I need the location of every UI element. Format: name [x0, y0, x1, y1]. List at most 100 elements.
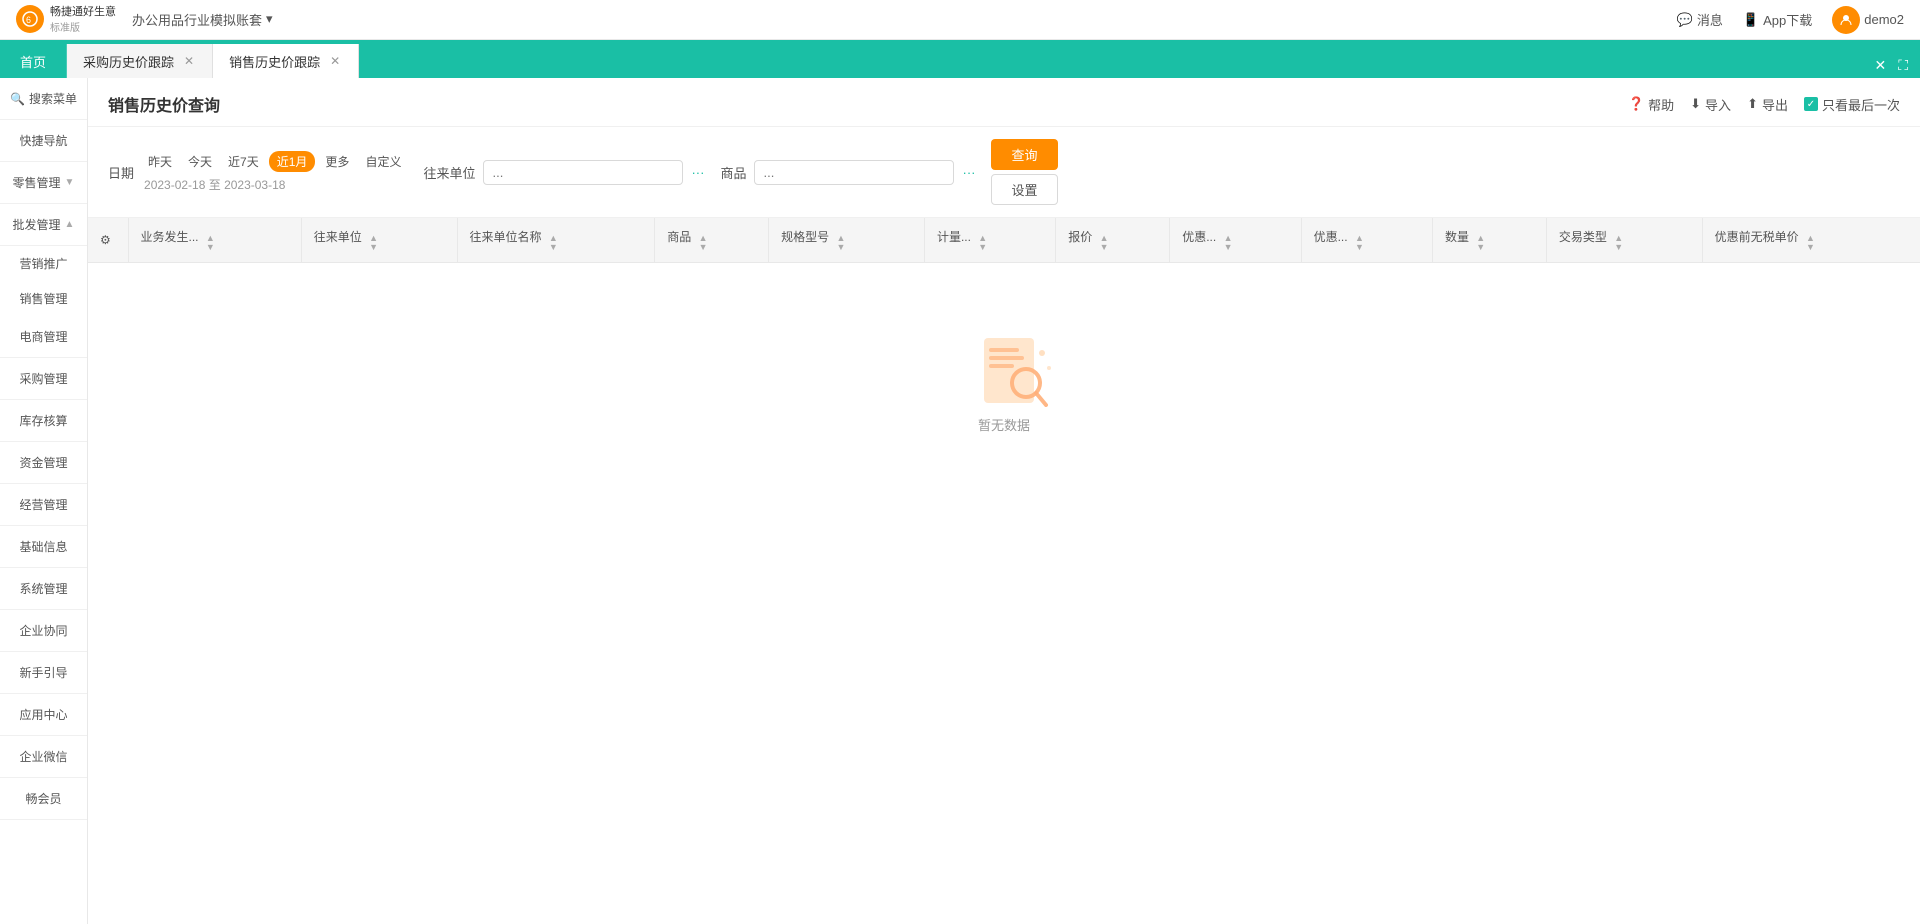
col-partner-name[interactable]: 往来单位名称 ▲▼ — [457, 218, 655, 263]
col-unit[interactable]: 计量... ▲▼ — [924, 218, 1055, 263]
col-product[interactable]: 商品 ▲▼ — [655, 218, 769, 263]
message-action[interactable]: 💬 消息 — [1677, 10, 1723, 29]
col-partner-code[interactable]: 往来单位 ▲▼ — [301, 218, 457, 263]
col-price[interactable]: 报价 ▲▼ — [1056, 218, 1170, 263]
retail-label: 零售管理 — [13, 174, 61, 191]
guide-label: 新手引导 — [19, 664, 67, 681]
date-tab-today[interactable]: 今天 — [182, 151, 218, 172]
col-discount2-label: 优惠... — [1314, 230, 1348, 244]
partner-filter-label: 往来单位 — [423, 163, 475, 182]
system-label: 系统管理 — [19, 580, 67, 597]
help-icon: ❓ — [1628, 96, 1644, 112]
sort-icon-pre-tax-price: ▲▼ — [1806, 234, 1815, 252]
sidebar-item-vip[interactable]: 畅会员 — [0, 778, 87, 820]
date-filter: 昨天 今天 近7天 近1月 更多 自定义 2023-02-18 至 2023-0… — [142, 151, 407, 193]
import-button[interactable]: ⬇ 导入 — [1690, 95, 1731, 114]
collaboration-label: 企业协同 — [19, 622, 67, 639]
page-title: 销售历史价查询 — [108, 92, 220, 116]
sidebar-item-marketing[interactable]: 营销推广 — [0, 246, 87, 281]
col-biz-date[interactable]: 业务发生... ▲▼ — [128, 218, 301, 263]
sidebar-item-apps[interactable]: 应用中心 — [0, 694, 87, 736]
col-trade-type-label: 交易类型 — [1559, 230, 1607, 244]
help-button[interactable]: ❓ 帮助 — [1628, 95, 1674, 114]
sidebar-item-retail[interactable]: 零售管理 ▼ — [0, 162, 87, 204]
page-header: 销售历史价查询 ❓ 帮助 ⬇ 导入 ⬆ 导出 ✓ — [88, 78, 1920, 127]
col-partner-name-label: 往来单位名称 — [470, 230, 542, 244]
col-spec-label: 规格型号 — [781, 230, 829, 244]
date-tab-yesterday[interactable]: 昨天 — [142, 151, 178, 172]
tab-sales-close[interactable]: ✕ — [328, 52, 342, 70]
date-filter-group: 日期 昨天 今天 近7天 近1月 更多 自定义 2023-02-18 至 202… — [108, 151, 407, 193]
only-last-checkbox-label[interactable]: ✓ 只看最后一次 — [1804, 95, 1900, 114]
sidebar-item-wechat[interactable]: 企业微信 — [0, 736, 87, 778]
tab-purchase-close[interactable]: ✕ — [182, 52, 196, 70]
sort-icon-product: ▲▼ — [699, 234, 708, 252]
settings-button[interactable]: 设置 — [991, 174, 1057, 205]
app-download-label: App下载 — [1763, 10, 1812, 29]
col-discount1[interactable]: 优惠... ▲▼ — [1170, 218, 1301, 263]
sidebar-item-search[interactable]: 🔍 搜索菜单 — [0, 78, 87, 120]
empty-state: 暂无数据 — [88, 263, 1920, 494]
logo-icon: 6 — [16, 5, 44, 33]
finance-label: 资金管理 — [19, 454, 67, 471]
sort-icon-partner-code: ▲▼ — [369, 234, 378, 252]
sidebar-item-finance[interactable]: 资金管理 — [0, 442, 87, 484]
sidebar-item-sales[interactable]: 销售管理 — [0, 281, 87, 316]
search-button[interactable]: 查询 — [991, 139, 1057, 170]
inventory-label: 库存核算 — [19, 412, 67, 429]
user-action[interactable]: demo2 — [1832, 6, 1904, 34]
col-product-label: 商品 — [667, 230, 691, 244]
date-tab-more[interactable]: 更多 — [319, 151, 355, 172]
sidebar-item-inventory[interactable]: 库存核算 — [0, 400, 87, 442]
avatar — [1832, 6, 1860, 34]
content-area: 销售历史价查询 ❓ 帮助 ⬇ 导入 ⬆ 导出 ✓ — [88, 78, 1920, 924]
product-input[interactable] — [754, 160, 954, 185]
breadcrumb-arrow-icon: ▾ — [266, 11, 273, 27]
date-filter-label: 日期 — [108, 163, 134, 182]
col-pre-tax-price[interactable]: 优惠前无税单价 ▲▼ — [1702, 218, 1920, 263]
settings-col-icon[interactable]: ⚙ — [100, 233, 111, 247]
partner-more-icon[interactable]: ··· — [691, 165, 704, 180]
sort-icon-biz-date: ▲▼ — [206, 234, 215, 252]
import-label: 导入 — [1705, 95, 1731, 114]
tab-close-all-button[interactable]: ✕ — [1870, 53, 1890, 78]
top-bar-left: 6 畅捷通好生意 标准版 办公用品行业模拟账套 ▾ — [16, 5, 281, 34]
sidebar-item-shortcut[interactable]: 快捷导航 — [0, 120, 87, 162]
sort-icon-trade-type: ▲▼ — [1614, 234, 1623, 252]
export-button[interactable]: ⬆ 导出 — [1747, 95, 1788, 114]
tab-maximize-button[interactable]: ⛶ — [1894, 53, 1912, 78]
sidebar-item-guide[interactable]: 新手引导 — [0, 652, 87, 694]
date-tab-1month[interactable]: 近1月 — [269, 151, 316, 172]
tab-purchase-history[interactable]: 采购历史价跟踪 ✕ — [67, 44, 213, 78]
breadcrumb-select[interactable]: 办公用品行业模拟账套 ▾ — [124, 8, 281, 31]
tab-home[interactable]: 首页 — [0, 44, 67, 78]
logo-area: 6 畅捷通好生意 标准版 — [16, 5, 116, 34]
marketing-label: 营销推广 — [19, 255, 67, 272]
sidebar-item-system[interactable]: 系统管理 — [0, 568, 87, 610]
date-tab-7days[interactable]: 近7天 — [222, 151, 265, 172]
col-quantity[interactable]: 数量 ▲▼ — [1432, 218, 1546, 263]
col-discount2[interactable]: 优惠... ▲▼ — [1301, 218, 1432, 263]
sidebar-item-purchase[interactable]: 采购管理 — [0, 358, 87, 400]
sidebar-item-basic[interactable]: 基础信息 — [0, 526, 87, 568]
sidebar-item-business[interactable]: 经营管理 — [0, 484, 87, 526]
tab-sales-history[interactable]: 销售历史价跟踪 ✕ — [213, 44, 359, 78]
col-pre-tax-price-label: 优惠前无税单价 — [1715, 230, 1799, 244]
app-download-action[interactable]: 📱 App下载 — [1743, 10, 1812, 29]
partner-input[interactable] — [483, 160, 683, 185]
only-last-checkbox[interactable]: ✓ — [1804, 97, 1818, 111]
col-trade-type[interactable]: 交易类型 ▲▼ — [1546, 218, 1702, 263]
breadcrumb-label: 办公用品行业模拟账套 — [132, 10, 262, 29]
sidebar-item-wholesale[interactable]: 批发管理 ▲ — [0, 204, 87, 246]
sidebar-item-collaboration[interactable]: 企业协同 — [0, 610, 87, 652]
product-input-group: ··· — [754, 160, 975, 185]
col-spec[interactable]: 规格型号 ▲▼ — [769, 218, 925, 263]
sidebar-item-ecommerce[interactable]: 电商管理 — [0, 316, 87, 358]
retail-arrow-icon: ▼ — [65, 177, 75, 188]
sort-icon-quantity: ▲▼ — [1476, 234, 1485, 252]
product-more-icon[interactable]: ··· — [962, 165, 975, 180]
date-tabs: 昨天 今天 近7天 近1月 更多 自定义 — [142, 151, 407, 172]
product-filter-group: 商品 ··· — [720, 160, 975, 185]
col-settings: ⚙ — [88, 218, 128, 263]
date-tab-custom[interactable]: 自定义 — [359, 151, 407, 172]
